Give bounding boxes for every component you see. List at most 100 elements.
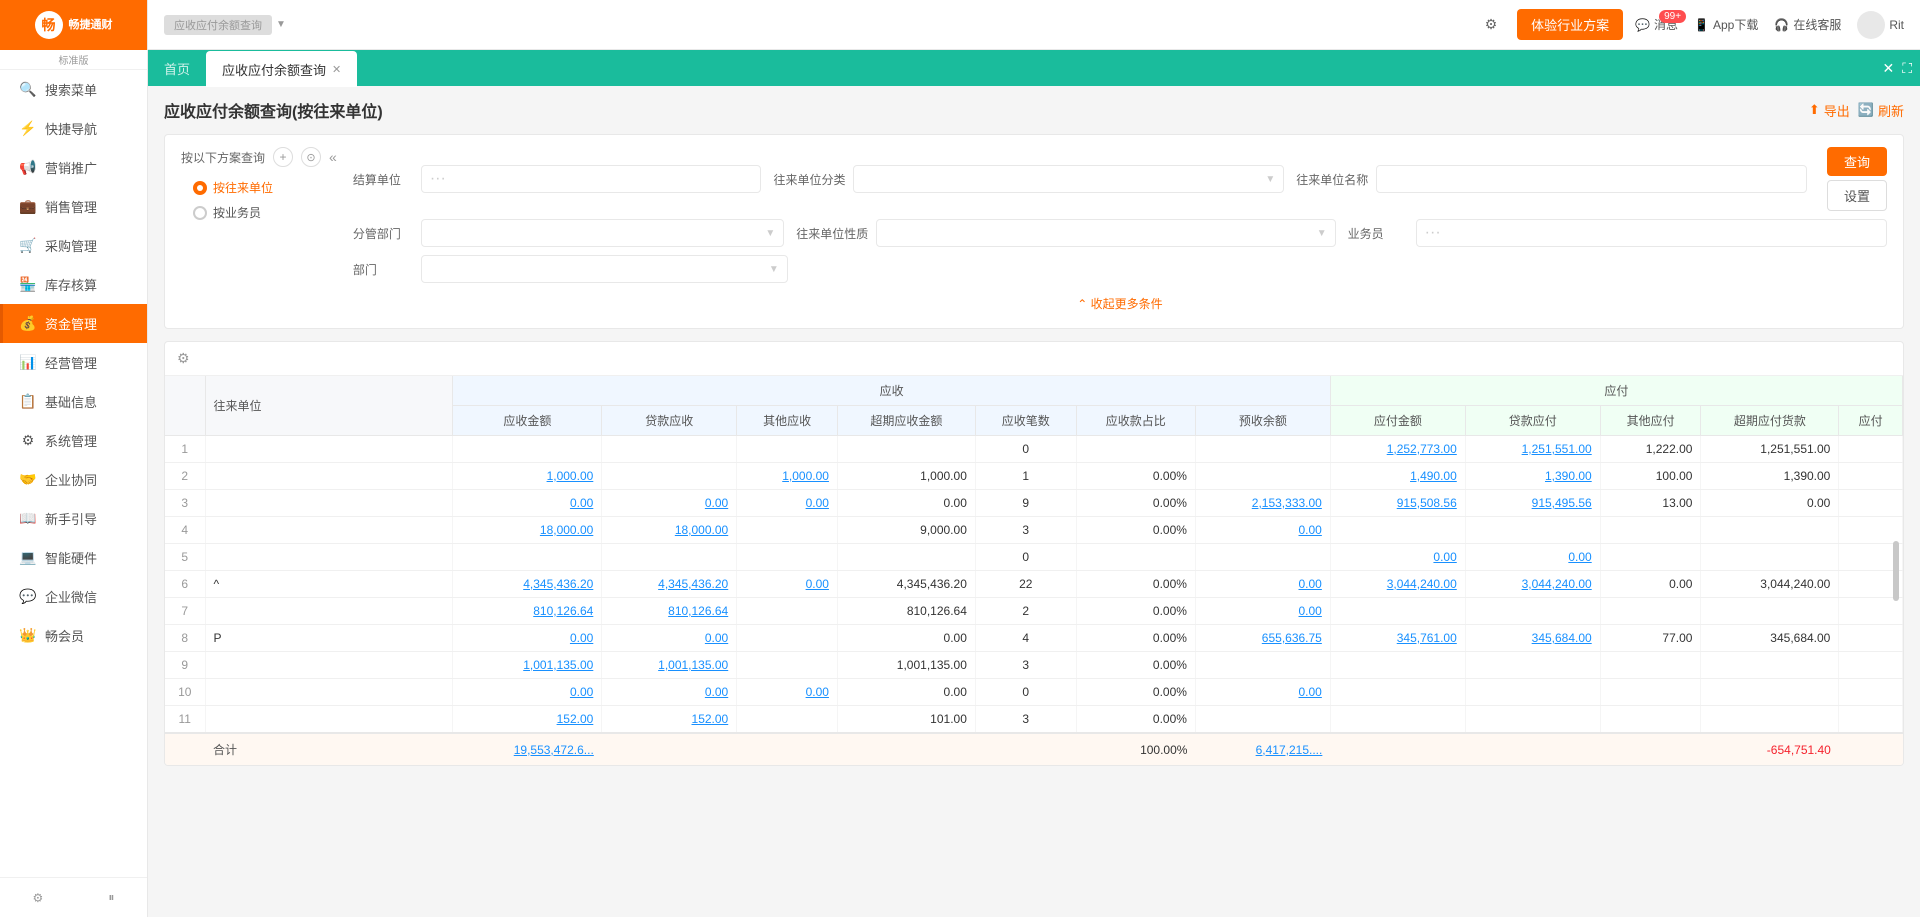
filter-more-conditions[interactable]: ⌃ 收起更多条件 (353, 291, 1887, 316)
table-cell[interactable]: 18,000.00 (602, 517, 737, 544)
table-cell[interactable]: 1,251,551.00 (1465, 436, 1600, 463)
table-cell[interactable]: 0.00 (737, 571, 838, 598)
table-cell (1195, 436, 1330, 463)
table-cell[interactable]: 0.00 (453, 625, 602, 652)
table-cell[interactable]: 18,000.00 (453, 517, 602, 544)
table-cell (1465, 652, 1600, 679)
table-cell[interactable]: 0.00 (453, 679, 602, 706)
table-cell: 9 (165, 652, 205, 679)
table-cell[interactable]: 0.00 (602, 625, 737, 652)
table-settings-icon[interactable]: ⚙ (177, 350, 190, 367)
table-cell[interactable]: 1,000.00 (737, 463, 838, 490)
sidebar-item-management[interactable]: 📊经营管理 (0, 343, 147, 382)
breadcrumb-dropdown-icon[interactable]: ▼ (276, 19, 286, 30)
sidebar-item-hardware[interactable]: 💻智能硬件 (0, 538, 147, 577)
partner-nature-input[interactable]: ▼ (876, 219, 1335, 247)
table-cell[interactable]: 0.00 (1465, 544, 1600, 571)
table-cell[interactable]: 810,126.64 (453, 598, 602, 625)
table-cell[interactable]: 0.00 (737, 490, 838, 517)
footer-total-receivable[interactable]: 19,553,472.6... (453, 733, 602, 765)
table-cell[interactable]: 915,508.56 (1330, 490, 1465, 517)
message-icon: 💬 (1635, 18, 1650, 32)
scheme-option-partner[interactable]: 按往来单位 (189, 177, 337, 198)
tab-bar: 首页 应收应付余额查询 ✕ ✕ ⛶ (148, 50, 1920, 86)
collapse-btn[interactable]: ⏸ (100, 886, 122, 909)
sidebar-item-finance[interactable]: 💰资金管理 (0, 304, 147, 343)
table-cell[interactable]: 152.00 (453, 706, 602, 734)
table-cell[interactable]: 0.00 (1330, 544, 1465, 571)
sidebar-item-quicknav[interactable]: ⚡快捷导航 (0, 109, 147, 148)
table-cell[interactable]: 0.00 (453, 490, 602, 517)
settlement-unit-input[interactable]: ··· (421, 165, 762, 193)
table-cell[interactable]: 345,761.00 (1330, 625, 1465, 652)
settings-button[interactable]: 设置 (1827, 180, 1887, 211)
table-cell[interactable]: 0.00 (737, 679, 838, 706)
tab-close-icon[interactable]: ✕ (332, 63, 341, 76)
export-button[interactable]: ⬆ 导出 (1809, 101, 1850, 120)
app-download-item[interactable]: 📱 App下载 (1694, 16, 1758, 33)
table-row: 30.000.000.000.0090.00%2,153,333.00915,5… (165, 490, 1903, 517)
col-loan-payable-header: 贷款应付 (1465, 406, 1600, 436)
table-cell[interactable]: 1,001,135.00 (602, 652, 737, 679)
table-cell[interactable]: 1,000.00 (453, 463, 602, 490)
table-cell[interactable]: 0.00 (1195, 517, 1330, 544)
footer-prepayment[interactable]: 6,417,215.... (1195, 733, 1330, 765)
table-cell[interactable]: 655,636.75 (1195, 625, 1330, 652)
sidebar-item-wechat[interactable]: 💬企业微信 (0, 577, 147, 616)
table-cell[interactable]: 0.00 (602, 679, 737, 706)
sidebar-item-basicinfo[interactable]: 📋基础信息 (0, 382, 147, 421)
tab-home[interactable]: 首页 (148, 50, 206, 86)
gear-icon[interactable]: ⚙ (1477, 11, 1505, 39)
sidebar-item-member[interactable]: 👑畅会员 (0, 616, 147, 655)
table-cell[interactable]: 0.00 (602, 490, 737, 517)
col-payable-amount-header: 应付金额 (1330, 406, 1465, 436)
partner-name-input[interactable] (1376, 165, 1807, 193)
sidebar-item-search[interactable]: 🔍搜索菜单 (0, 70, 147, 109)
sidebar-item-sales[interactable]: 💼销售管理 (0, 187, 147, 226)
table-cell[interactable]: 915,495.56 (1465, 490, 1600, 517)
sales-icon: 💼 (19, 198, 37, 215)
filter-collapse-button[interactable]: « (329, 149, 337, 165)
table-cell[interactable]: 0.00 (1195, 598, 1330, 625)
table-cell[interactable]: 810,126.64 (602, 598, 737, 625)
table-cell[interactable]: 1,390.00 (1465, 463, 1600, 490)
table-cell[interactable]: 2,153,333.00 (1195, 490, 1330, 517)
table-cell[interactable]: 345,684.00 (1465, 625, 1600, 652)
online-service-item[interactable]: 🎧 在线客服 (1774, 16, 1841, 33)
settings-bottom-btn[interactable]: ⚙ (25, 887, 52, 909)
table-cell[interactable]: 4,345,436.20 (602, 571, 737, 598)
sidebar-item-purchase[interactable]: 🛒采购管理 (0, 226, 147, 265)
sidebar-item-inventory[interactable]: 🏪库存核算 (0, 265, 147, 304)
refresh-button[interactable]: 🔄 刷新 (1858, 101, 1904, 120)
dept-input[interactable]: ▼ (421, 219, 784, 247)
table-cell (205, 517, 453, 544)
scrollbar[interactable] (1893, 541, 1899, 601)
scheme-option-salesman[interactable]: 按业务员 (189, 202, 337, 223)
table-cell[interactable]: 152.00 (602, 706, 737, 734)
salesman-input[interactable]: ··· (1416, 219, 1887, 247)
table-cell[interactable]: 1,001,135.00 (453, 652, 602, 679)
query-button[interactable]: 查询 (1827, 147, 1887, 176)
tab-maximize-icon[interactable]: ⛶ (1902, 60, 1912, 77)
table-cell[interactable]: 3,044,240.00 (1330, 571, 1465, 598)
sidebar-item-collab[interactable]: 🤝企业协同 (0, 460, 147, 499)
search-icon: 🔍 (19, 81, 37, 98)
filter-scheme-button[interactable]: ⊙ (301, 147, 321, 167)
partner-category-input[interactable]: ▼ (853, 165, 1284, 193)
user-avatar-item[interactable]: Rit (1857, 11, 1904, 39)
table-cell[interactable]: 4,345,436.20 (453, 571, 602, 598)
messages-item[interactable]: 💬 消息 99+ (1635, 16, 1678, 33)
tab-receivable-query[interactable]: 应收应付余额查询 ✕ (206, 51, 357, 87)
sidebar-item-system[interactable]: ⚙系统管理 (0, 421, 147, 460)
filter-add-button[interactable]: + (273, 147, 293, 167)
table-cell[interactable]: 0.00 (1195, 571, 1330, 598)
table-cell[interactable]: 3,044,240.00 (1465, 571, 1600, 598)
tab-close-all-icon[interactable]: ✕ (1882, 60, 1894, 77)
table-cell[interactable]: 1,252,773.00 (1330, 436, 1465, 463)
dept2-input[interactable]: ▼ (421, 255, 788, 283)
sidebar-item-guide[interactable]: 📖新手引导 (0, 499, 147, 538)
solution-button[interactable]: 体验行业方案 (1517, 9, 1623, 40)
table-cell[interactable]: 0.00 (1195, 679, 1330, 706)
sidebar-item-marketing[interactable]: 📢营销推广 (0, 148, 147, 187)
table-cell[interactable]: 1,490.00 (1330, 463, 1465, 490)
